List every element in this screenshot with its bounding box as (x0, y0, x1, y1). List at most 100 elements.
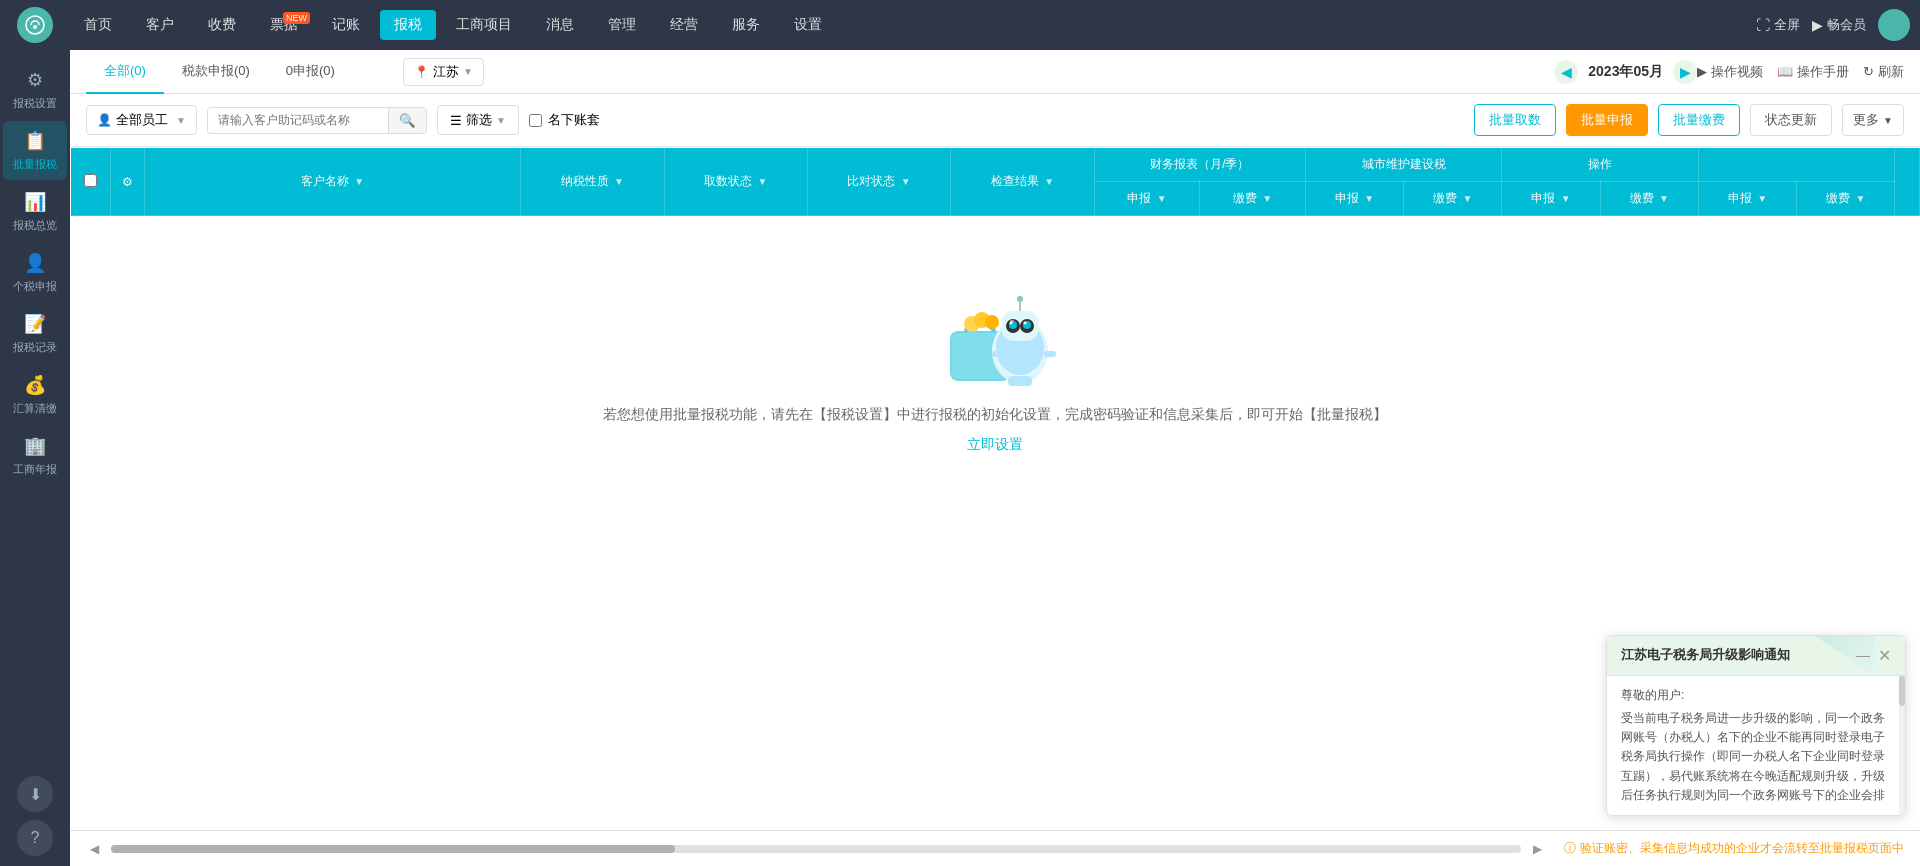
nav-customer[interactable]: 客户 (132, 10, 188, 40)
filter-fin-declare-icon[interactable]: ▼ (1157, 193, 1167, 204)
filter-customer-icon[interactable]: ▼ (354, 176, 364, 187)
annual-report-icon: 🏢 (23, 434, 47, 458)
next-month-button[interactable]: ▶ (1673, 60, 1697, 84)
nav-business[interactable]: 工商项目 (442, 10, 526, 40)
membership-button[interactable]: ▶ 畅会员 (1812, 16, 1866, 34)
tab-tax-declaration[interactable]: 税款申报(0) (164, 50, 268, 94)
more-chevron-icon: ▼ (1883, 115, 1893, 126)
notification-scroll-thumb (1899, 676, 1905, 706)
tab-zero-declaration[interactable]: 0申报(0) (268, 50, 353, 94)
filter-checkresult-icon[interactable]: ▼ (1044, 176, 1054, 187)
employee-icon: 👤 (97, 113, 112, 127)
notif-minimize-icon[interactable]: — (1856, 647, 1870, 663)
logo-icon (17, 7, 53, 43)
prev-month-button[interactable]: ◀ (1554, 60, 1578, 84)
nav-management[interactable]: 管理 (594, 10, 650, 40)
nav-home[interactable]: 首页 (70, 10, 126, 40)
employee-select[interactable]: 👤 全部员工 ▼ (86, 105, 197, 135)
status-update-button[interactable]: 状态更新 (1750, 104, 1832, 136)
app-logo[interactable] (10, 5, 60, 45)
robot-illustration (930, 276, 1060, 406)
nav-settings[interactable]: 设置 (780, 10, 836, 40)
filter-urban-declare-icon[interactable]: ▼ (1561, 193, 1571, 204)
th-vat: 城市维护建设税 (1305, 148, 1502, 182)
th-compare-status: 比对状态 ▼ (807, 148, 950, 216)
batch-pay-button[interactable]: 批量缴费 (1658, 104, 1740, 136)
sidebar-item-settlement[interactable]: 💰 汇算清缴 (3, 365, 67, 424)
th-settings-icon: ⚙ (111, 148, 145, 216)
filter-comparestatus-icon[interactable]: ▼ (901, 176, 911, 187)
nav-message[interactable]: 消息 (532, 10, 588, 40)
svg-point-20 (1010, 320, 1014, 322)
nav-service[interactable]: 服务 (718, 10, 774, 40)
user-avatar[interactable] (1878, 9, 1910, 41)
th-check-result: 检查结果 ▼ (951, 148, 1094, 216)
sidebar-item-personal-tax[interactable]: 👤 个税申报 (3, 243, 67, 302)
warning-bar: ⓘ 验证账密、采集信息均成功的企业才会流转至批量报税页面中 (1564, 840, 1904, 857)
filter-vat-declare-icon[interactable]: ▼ (1364, 193, 1374, 204)
tab-right-actions: ▶ 操作视频 📖 操作手册 ↻ 刷新 (1697, 63, 1904, 81)
horizontal-scrollbar[interactable] (111, 845, 1521, 853)
province-selector[interactable]: 📍 江苏 ▼ (403, 58, 484, 86)
th-financial-pay: 缴费 ▼ (1200, 182, 1306, 216)
nav-operation[interactable]: 经营 (656, 10, 712, 40)
setup-link[interactable]: 立即设置 (967, 436, 1023, 454)
employee-chevron-icon: ▼ (176, 115, 186, 126)
sidebar-item-tax-overview[interactable]: 📊 报税总览 (3, 182, 67, 241)
scroll-left-arrow[interactable]: ◀ (86, 842, 103, 856)
filter-fetchstatus-icon[interactable]: ▼ (757, 176, 767, 187)
tab-all[interactable]: 全部(0) (86, 50, 164, 94)
th-customer-name: 客户名称 ▼ (145, 148, 521, 216)
batch-declare-button[interactable]: 批量申报 (1566, 104, 1648, 136)
search-button[interactable]: 🔍 (388, 108, 426, 133)
download-icon[interactable]: ⬇ (17, 776, 53, 812)
refresh-button[interactable]: ↻ 刷新 (1863, 63, 1904, 81)
notification-close-button[interactable]: ✕ (1878, 646, 1891, 665)
accounts-checkbox[interactable] (529, 114, 542, 127)
warning-icon: ⓘ (1564, 840, 1576, 857)
th-financial-declare: 申报 ▼ (1094, 182, 1200, 216)
operation-manual-button[interactable]: 📖 操作手册 (1777, 63, 1849, 81)
notification-greeting: 尊敬的用户: (1621, 686, 1891, 705)
checkbox-label[interactable]: 名下账套 (529, 111, 600, 129)
filter-edu-pay-icon[interactable]: ▼ (1856, 193, 1866, 204)
top-navigation: 首页 客户 收费 票据 NEW 记账 报税 工商项目 消息 管理 经营 服务 设… (0, 0, 1920, 50)
select-all-checkbox[interactable] (84, 174, 97, 187)
nav-fees[interactable]: 收费 (194, 10, 250, 40)
search-input[interactable] (208, 108, 388, 132)
operation-video-button[interactable]: ▶ 操作视频 (1697, 63, 1763, 81)
filter-taxtype-icon[interactable]: ▼ (614, 176, 624, 187)
fullscreen-button[interactable]: ⛶ 全屏 (1756, 16, 1800, 34)
bottom-bar: ◀ ▶ ⓘ 验证账密、采集信息均成功的企业才会流转至批量报税页面中 (70, 830, 1920, 866)
sidebar-item-tax-records[interactable]: 📝 报税记录 (3, 304, 67, 363)
invoice-badge: NEW (283, 12, 310, 24)
sidebar-item-annual-report[interactable]: 🏢 工商年报 (3, 426, 67, 485)
filter-fin-pay-icon[interactable]: ▼ (1262, 193, 1272, 204)
settlement-icon: 💰 (23, 373, 47, 397)
toolbar: 👤 全部员工 ▼ 🔍 ☰ 筛选 ▼ 名下账套 批量取数 批量申报 批量缴费 状态… (70, 94, 1920, 147)
nav-bookkeeping[interactable]: 记账 (318, 10, 374, 40)
svg-point-14 (1024, 322, 1027, 325)
scroll-thumb (111, 845, 675, 853)
svg-rect-19 (1008, 376, 1032, 386)
svg-rect-18 (1044, 351, 1056, 357)
scroll-right-arrow[interactable]: ▶ (1529, 842, 1546, 856)
notification-content: 受当前电子税务局进一步升级的影响，同一个政务网账号（办税人）名下的企业不能再同时… (1621, 709, 1891, 805)
help-icon[interactable]: ? (17, 820, 53, 856)
sidebar-item-batch-tax[interactable]: 📋 批量报税 (3, 121, 67, 180)
sidebar-item-tax-settings[interactable]: ⚙ 报税设置 (3, 60, 67, 119)
filter-urban-pay-icon[interactable]: ▼ (1659, 193, 1669, 204)
more-button[interactable]: 更多 ▼ (1842, 104, 1904, 136)
th-edu-declare: 申报 ▼ (1698, 182, 1796, 216)
nav-tax[interactable]: 报税 (380, 10, 436, 40)
filter-button[interactable]: ☰ 筛选 ▼ (437, 105, 519, 135)
filter-edu-declare-icon[interactable]: ▼ (1757, 193, 1767, 204)
tax-overview-icon: 📊 (23, 190, 47, 214)
filter-vat-pay-icon[interactable]: ▼ (1463, 193, 1473, 204)
province-icon: 📍 (414, 65, 429, 79)
tax-settings-icon: ⚙ (23, 68, 47, 92)
th-edu-surcharge (1698, 148, 1895, 182)
notification-scrollbar[interactable] (1899, 676, 1905, 815)
batch-fetch-button[interactable]: 批量取数 (1474, 104, 1556, 136)
nav-invoice[interactable]: 票据 NEW (256, 10, 312, 40)
